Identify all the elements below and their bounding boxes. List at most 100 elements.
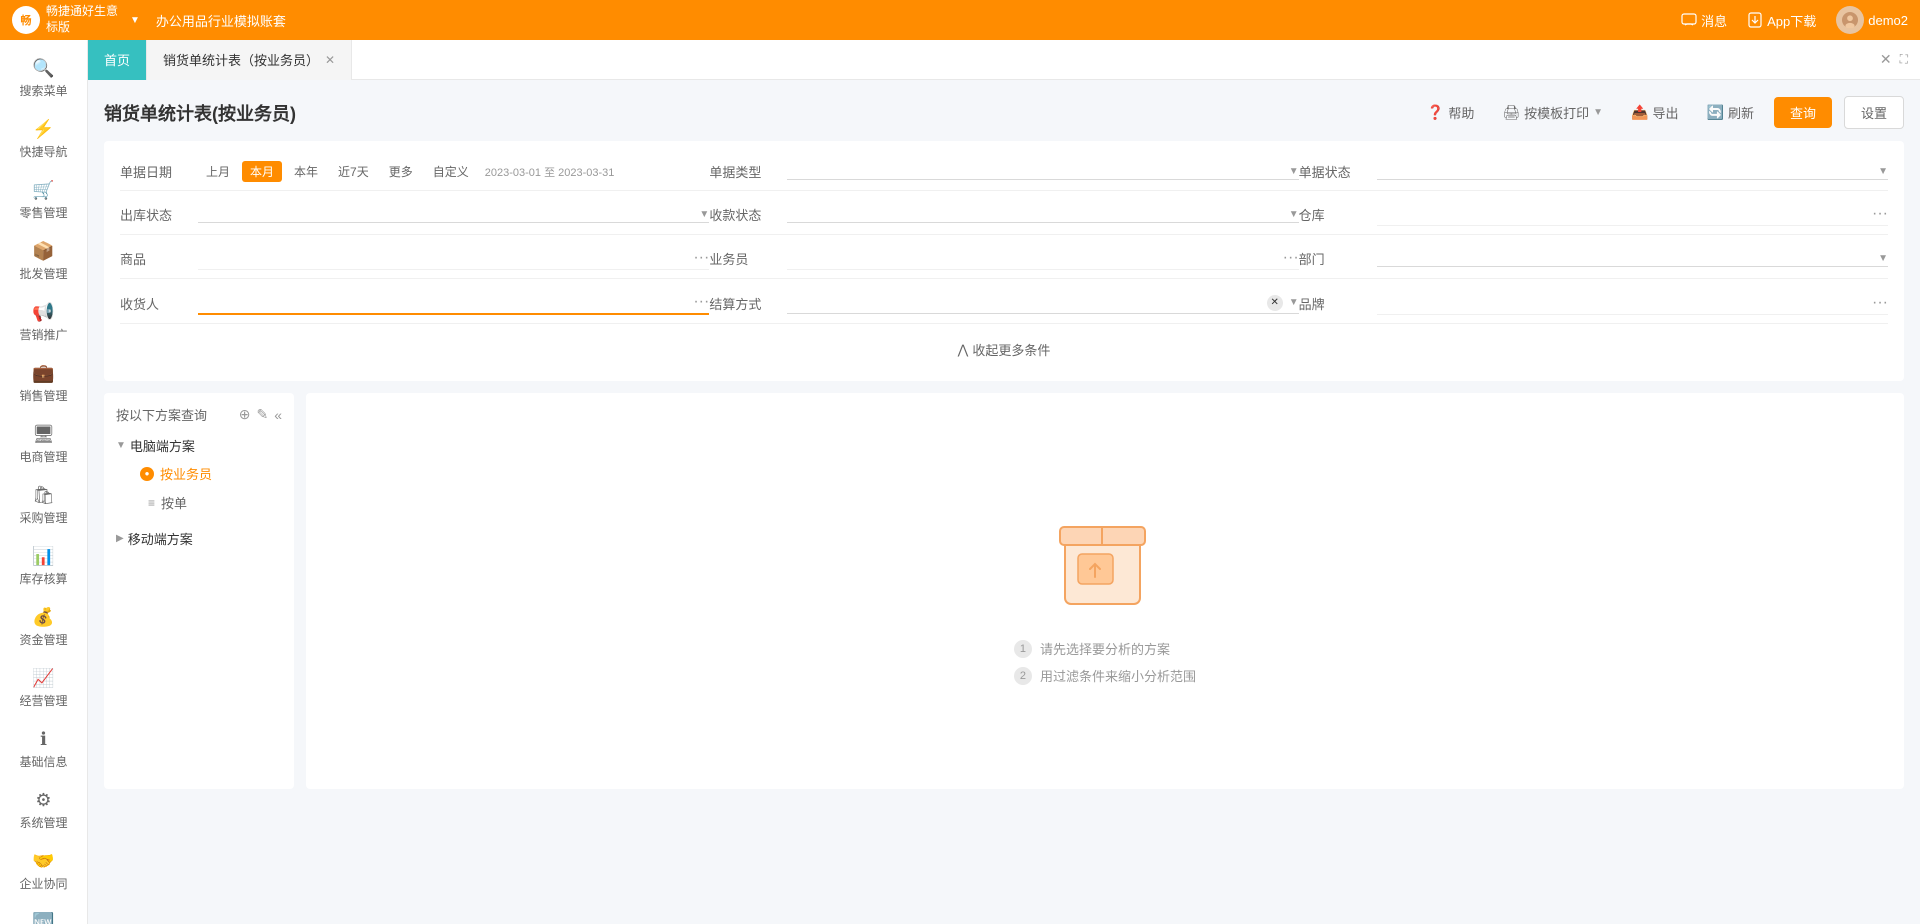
out-status-select[interactable]: ▼ xyxy=(198,207,709,223)
date-label: 单据日期 xyxy=(120,162,190,181)
header-user-btn[interactable]: demo2 xyxy=(1836,6,1908,34)
tab-close-btn[interactable]: ✕ xyxy=(325,53,335,67)
window-close-icon[interactable]: ✕ xyxy=(1880,51,1892,68)
out-status-label: 出库状态 xyxy=(120,205,190,224)
consignee-label: 收货人 xyxy=(120,294,190,313)
filter-cell-doc-type: 单据类型 ▼ xyxy=(709,153,1298,191)
date-filter-controls: 上月 本月 本年 近7天 更多 自定义 2023-03-01 至 2023-03… xyxy=(198,161,709,182)
warehouse-label: 仓库 xyxy=(1299,205,1369,224)
tab-expand-btn[interactable]: ✕ ⛶ xyxy=(1868,51,1920,68)
brand-dots: ··· xyxy=(1872,294,1888,312)
management-icon: 📈 xyxy=(32,668,54,689)
purchase-icon: 🛍 xyxy=(32,485,55,506)
sidebar-item-quicknav[interactable]: ⚡ 快捷导航 xyxy=(0,109,87,170)
goods-dots: ··· xyxy=(693,249,709,267)
brand-select[interactable]: ··· xyxy=(1377,292,1888,315)
doc-type-caret: ▼ xyxy=(1289,166,1299,177)
ecommerce-icon: 🖥 xyxy=(32,424,55,445)
step-num-1: 1 xyxy=(1014,640,1032,658)
scheme-group-pc-arrow: ▼ xyxy=(116,440,126,451)
sidebar-item-wholesale[interactable]: 📦 批发管理 xyxy=(0,231,87,292)
settlement-select[interactable]: ✕ ▼ xyxy=(787,293,1298,314)
page-title-bar: 销货单统计表(按业务员) ❓ 帮助 🖨 按模板打印 ▼ 📤 xyxy=(104,96,1904,129)
window-maximize-icon[interactable]: ⛶ xyxy=(1900,52,1908,67)
doc-status-select[interactable]: ▼ xyxy=(1377,164,1888,180)
scheme-collapse-btn[interactable]: « xyxy=(274,407,282,423)
table-area: 1 请先选择要分析的方案 2 用过滤条件来缩小分析范围 xyxy=(306,393,1904,789)
date-tab-more[interactable]: 更多 xyxy=(381,161,421,182)
scheme-group-pc-header[interactable]: ▼ 电脑端方案 xyxy=(116,432,282,459)
refresh-btn[interactable]: 🔄 刷新 xyxy=(1699,99,1762,126)
scheme-group-pc: ▼ 电脑端方案 ● 按业务员 ≡ 按单 xyxy=(116,432,282,517)
date-tab-custom[interactable]: 自定义 xyxy=(425,161,477,182)
scheme-group-mobile-arrow: ▶ xyxy=(116,533,124,544)
date-tab-this-year[interactable]: 本年 xyxy=(286,161,326,182)
empty-state: 1 请先选择要分析的方案 2 用过滤条件来缩小分析范围 xyxy=(322,409,1888,773)
scheme-item-by-order[interactable]: ≡ 按单 xyxy=(116,488,282,517)
sidebar-item-inventory[interactable]: 📊 库存核算 xyxy=(0,536,87,597)
sales-icon: 💼 xyxy=(32,363,54,384)
logo-text: 畅捷通好生意 标版 xyxy=(46,4,118,35)
scheme-edit-btn[interactable]: ✎ xyxy=(256,406,268,423)
settlement-clear-btn[interactable]: ✕ xyxy=(1267,295,1283,311)
header-message-btn[interactable]: 消息 xyxy=(1681,11,1727,30)
logo-area[interactable]: 畅 畅捷通好生意 标版 xyxy=(12,4,118,35)
scheme-add-btn[interactable]: ⊕ xyxy=(239,406,251,423)
empty-steps: 1 请先选择要分析的方案 2 用过滤条件来缩小分析范围 xyxy=(1014,639,1196,693)
sidebar-item-marketing[interactable]: 📢 营销推广 xyxy=(0,292,87,353)
scheme-panel: 按以下方案查询 ⊕ ✎ « ▼ 电脑端方案 xyxy=(104,393,294,789)
filter-cell-receipt-status: 收款状态 ▼ xyxy=(709,195,1298,235)
collab-icon: 🤝 xyxy=(32,851,54,872)
sidebar-item-sales[interactable]: 💼 销售管理 xyxy=(0,353,87,414)
sidebar-item-retail[interactable]: 🛒 零售管理 xyxy=(0,170,87,231)
date-tab-this-month[interactable]: 本月 xyxy=(242,161,282,182)
sidebar-item-purchase[interactable]: 🛍 采购管理 xyxy=(0,475,87,536)
sidebar-item-system[interactable]: ⚙ 系统管理 xyxy=(0,780,87,841)
receipt-status-select[interactable]: ▼ xyxy=(787,207,1298,223)
top-header: 畅 畅捷通好生意 标版 ▼ 办公用品行业模拟账套 消息 xyxy=(0,0,1920,40)
scheme-item-dot: ● xyxy=(140,467,154,481)
scheme-group-mobile-header[interactable]: ▶ 移动端方案 xyxy=(116,525,282,552)
goods-select[interactable]: ··· xyxy=(198,247,709,270)
consignee-input[interactable] xyxy=(198,295,693,310)
date-tab-7days[interactable]: 近7天 xyxy=(330,161,377,182)
print-dropdown-caret[interactable]: ▼ xyxy=(1593,107,1603,118)
settings-button[interactable]: 设置 xyxy=(1844,96,1904,129)
salesman-select[interactable]: ··· xyxy=(787,247,1298,270)
retail-icon: 🛒 xyxy=(32,180,54,201)
sidebar-item-finance[interactable]: 💰 资金管理 xyxy=(0,597,87,658)
date-tab-last-month[interactable]: 上月 xyxy=(198,161,238,182)
doc-type-select[interactable]: ▼ xyxy=(787,164,1298,180)
sidebar-item-collab[interactable]: 🤝 企业协同 xyxy=(0,841,87,902)
consignee-input-area[interactable]: ··· xyxy=(198,291,709,315)
goods-label: 商品 xyxy=(120,249,190,268)
page-title: 销货单统计表(按业务员) xyxy=(104,100,296,126)
sidebar-item-basicinfo[interactable]: ℹ 基础信息 xyxy=(0,719,87,780)
inventory-icon: 📊 xyxy=(32,546,54,567)
wholesale-icon: 📦 xyxy=(32,241,54,262)
export-btn[interactable]: 📤 导出 xyxy=(1623,99,1686,126)
sidebar-item-management[interactable]: 📈 经营管理 xyxy=(0,658,87,719)
scheme-group-pc-label: 电脑端方案 xyxy=(130,436,195,455)
sidebar-item-ecommerce[interactable]: 🖥 电商管理 xyxy=(0,414,87,475)
department-label: 部门 xyxy=(1299,249,1369,268)
app-dropdown-caret[interactable]: ▼ xyxy=(130,15,140,26)
scheme-item-by-salesman[interactable]: ● 按业务员 xyxy=(116,459,282,488)
collapse-area: ⋀ 收起更多条件 xyxy=(120,324,1888,369)
collapse-btn[interactable]: ⋀ 收起更多条件 xyxy=(120,334,1888,365)
query-button[interactable]: 查询 xyxy=(1774,97,1832,128)
filter-cell-department: 部门 ▼ xyxy=(1299,239,1888,279)
tab-home[interactable]: 首页 xyxy=(88,40,147,80)
export-icon: 📤 xyxy=(1631,104,1648,121)
sidebar-item-search[interactable]: 🔍 搜索菜单 xyxy=(0,48,87,109)
warehouse-select[interactable]: ··· xyxy=(1377,203,1888,226)
tab-sales-stats[interactable]: 销货单统计表（按业务员） ✕ xyxy=(147,40,352,80)
template-print-btn[interactable]: 🖨 按模板打印 ▼ xyxy=(1494,99,1611,126)
filter-panel: 单据日期 上月 本月 本年 近7天 更多 自定义 2023-03-01 至 20… xyxy=(104,141,1904,381)
help-btn[interactable]: ❓ 帮助 xyxy=(1419,99,1482,126)
sidebar-item-newbie[interactable]: 🆕 新手引导 xyxy=(0,902,87,924)
header-app-download-btn[interactable]: App下载 xyxy=(1747,11,1816,30)
current-account[interactable]: 办公用品行业模拟账套 xyxy=(156,11,286,30)
search-menu-icon: 🔍 xyxy=(32,58,54,79)
department-select[interactable]: ▼ xyxy=(1377,251,1888,267)
